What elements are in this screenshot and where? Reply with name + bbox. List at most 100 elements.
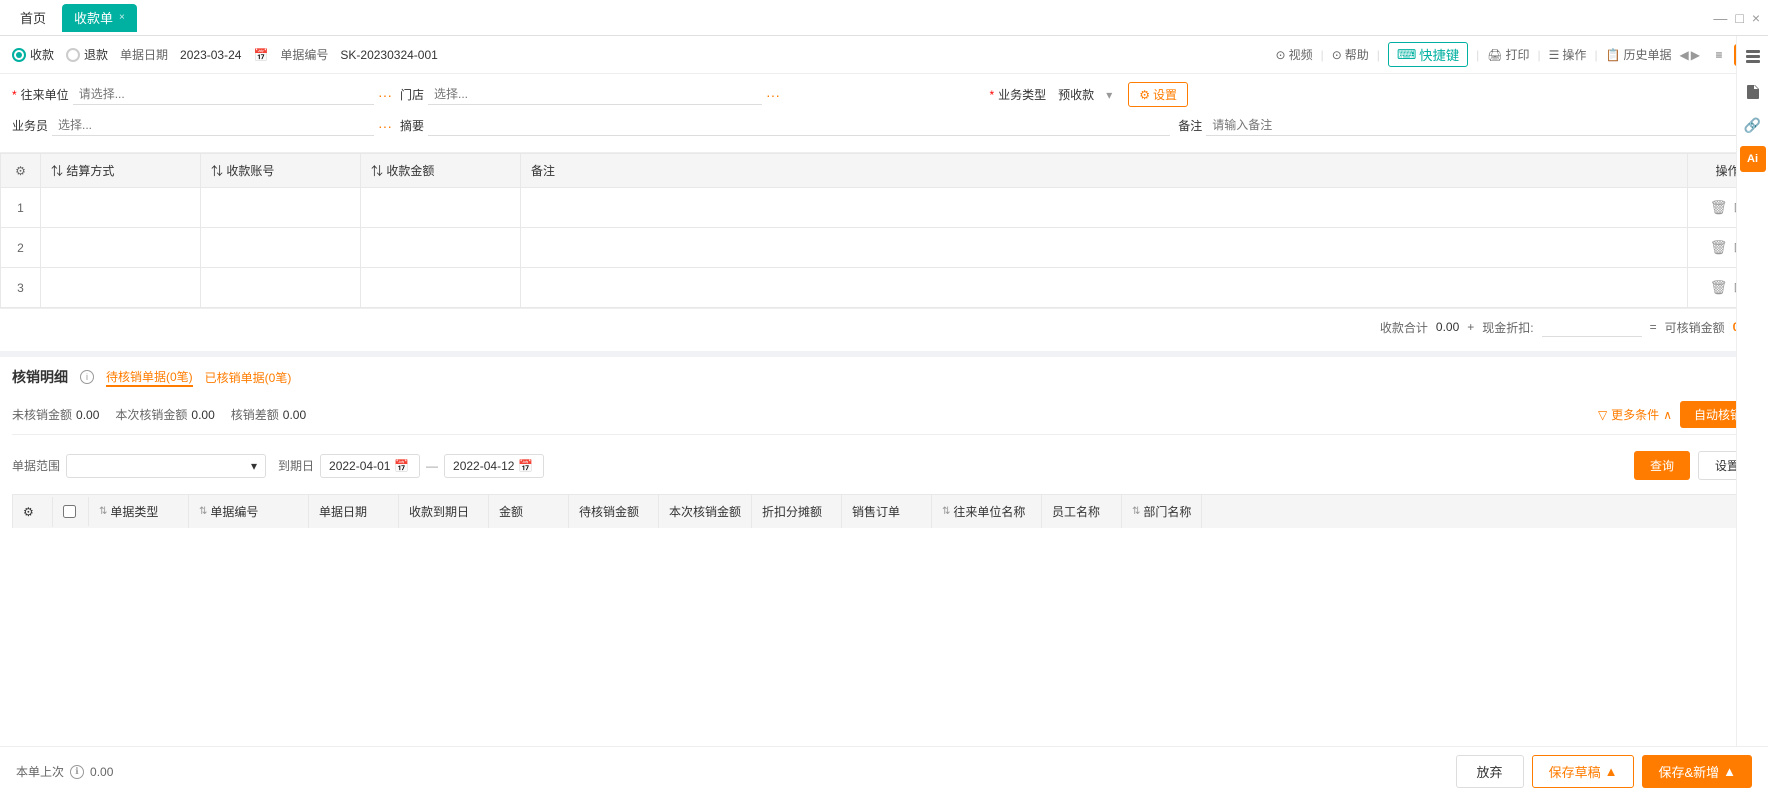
- history-icon: 📋: [1606, 48, 1621, 62]
- total-value: 0.00: [1436, 320, 1459, 334]
- btype-dropdown-icon[interactable]: ▾: [1106, 88, 1112, 102]
- summary-input[interactable]: [428, 115, 1170, 136]
- due-date-field: 到期日 2022-04-01 📅 — 2022-04-12 📅: [278, 454, 544, 478]
- row-3-amount[interactable]: [361, 268, 521, 308]
- window-max-btn[interactable]: □: [1735, 10, 1743, 26]
- pending-tab[interactable]: 待核销单据(0笔): [106, 368, 193, 387]
- help-btn[interactable]: ⊙ 帮助: [1332, 46, 1369, 63]
- sidebar-ai-icon[interactable]: Ai: [1740, 146, 1766, 172]
- print-btn[interactable]: 🖨 打印: [1487, 46, 1529, 63]
- counterpart-more-btn[interactable]: ···: [378, 87, 392, 103]
- note-field: 备注: [1178, 115, 1756, 136]
- row-1-delete-icon[interactable]: 🗑: [1710, 199, 1728, 216]
- discard-btn[interactable]: 放弃: [1456, 755, 1524, 788]
- summary-field: 摘要: [400, 115, 1170, 136]
- row-1-payment[interactable]: [41, 188, 201, 228]
- sidebar-link-icon[interactable]: 🔗: [1740, 112, 1766, 138]
- query-btn[interactable]: 查询: [1634, 451, 1690, 480]
- row-2-delete-icon[interactable]: 🗑: [1710, 239, 1728, 256]
- sort-number-icon: ⇅: [199, 506, 207, 517]
- verification-section: 核销明细 i 待核销单据(0笔) 已核销单据(0笔) 未核销金额 0.00 本次…: [0, 351, 1768, 538]
- store-label: 门店: [400, 86, 424, 103]
- save-draft-btn[interactable]: 保存草稿 ▲: [1532, 755, 1635, 788]
- th-account: ⇅ 收款账号: [201, 154, 361, 188]
- note-input[interactable]: [1206, 115, 1756, 136]
- note-label: 备注: [1178, 117, 1202, 134]
- row-1-account[interactable]: [201, 188, 361, 228]
- row-3-delete-icon[interactable]: 🗑: [1710, 279, 1728, 296]
- staff-field: 业务员 ···: [12, 115, 392, 136]
- staff-more-btn[interactable]: ···: [378, 118, 392, 134]
- th-amount: ⇅ 收款金额: [361, 154, 521, 188]
- tab-receipt-close[interactable]: ×: [119, 12, 125, 23]
- tab-home-label: 首页: [20, 8, 46, 27]
- tab-receipt[interactable]: 收款单 ×: [62, 4, 137, 32]
- row-3-payment[interactable]: [41, 268, 201, 308]
- radio-refund[interactable]: 退款: [66, 46, 108, 63]
- video-btn[interactable]: ⊙ 视频: [1276, 46, 1313, 63]
- th-payment-method: ⇅ 结算方式: [41, 154, 201, 188]
- nav-prev[interactable]: ◀: [1680, 48, 1689, 62]
- current-value: 0.00: [191, 408, 214, 422]
- counterpart-input[interactable]: [73, 84, 374, 105]
- staff-label: 业务员: [12, 117, 48, 134]
- range-select[interactable]: ▾: [66, 454, 266, 478]
- tab-bar: 首页 收款单 × — □ ×: [0, 0, 1768, 36]
- diff-stat: 核销差额 0.00: [231, 406, 306, 423]
- keyboard-btn[interactable]: ⌨ 快捷键: [1388, 42, 1468, 67]
- row-2-amount[interactable]: [361, 228, 521, 268]
- staff-input[interactable]: [52, 115, 374, 136]
- sidebar-document-icon[interactable]: [1740, 78, 1766, 104]
- discount-input[interactable]: [1542, 317, 1642, 337]
- row-3-note[interactable]: [521, 268, 1688, 308]
- nav-next[interactable]: ▶: [1691, 48, 1700, 62]
- settings-button[interactable]: ⚙ 设置: [1128, 82, 1188, 107]
- receipt-table: ⚙ ⇅ 结算方式 ⇅ 收款账号 ⇅ 收款金额: [0, 153, 1768, 308]
- view-list-icon[interactable]: ≡: [1708, 44, 1730, 66]
- tab-home[interactable]: 首页: [8, 4, 58, 32]
- window-close-btn[interactable]: ×: [1752, 10, 1760, 26]
- row-1-note[interactable]: [521, 188, 1688, 228]
- done-tab[interactable]: 已核销单据(0笔): [205, 369, 292, 386]
- bth-sales: 销售订单: [842, 495, 932, 528]
- row-1-amount[interactable]: [361, 188, 521, 228]
- th-gear[interactable]: ⚙: [1, 154, 41, 188]
- date-to-input[interactable]: 2022-04-12 📅: [444, 454, 544, 478]
- window-min-btn[interactable]: —: [1713, 10, 1727, 26]
- calendar-icon[interactable]: 📅: [253, 48, 268, 62]
- net-label: 可核销金额: [1665, 319, 1725, 336]
- operation-icon: ☰: [1549, 48, 1560, 62]
- date-separator: —: [426, 459, 438, 473]
- stats-row: 未核销金额 0.00 本次核销金额 0.00 核销差额 0.00 ▽ 更多条件 …: [12, 395, 1756, 435]
- bth-checkbox: [53, 497, 89, 526]
- row-2-account[interactable]: [201, 228, 361, 268]
- row-3-account[interactable]: [201, 268, 361, 308]
- radio-receipt[interactable]: 收款: [12, 46, 54, 63]
- discount-label: 现金折扣:: [1482, 319, 1533, 336]
- row-1-num: 1: [1, 188, 41, 228]
- save-new-btn[interactable]: 保存&新增 ▲: [1642, 755, 1752, 788]
- operation-btn[interactable]: ☰ 操作: [1549, 46, 1587, 63]
- row-2-note[interactable]: [521, 228, 1688, 268]
- bottom-info-icon[interactable]: ℹ: [70, 765, 84, 779]
- current-stat: 本次核销金额 0.00: [115, 406, 214, 423]
- history-btn[interactable]: 📋 历史单据: [1606, 46, 1672, 63]
- equals-sign: =: [1650, 320, 1657, 334]
- select-all-checkbox[interactable]: [63, 505, 76, 518]
- more-conditions-btn[interactable]: ▽ 更多条件 ∧: [1598, 406, 1672, 423]
- store-input[interactable]: [428, 84, 762, 105]
- radio-refund-label: 退款: [84, 46, 108, 63]
- bth-gear[interactable]: ⚙: [13, 497, 53, 527]
- current-order-label: 本单上次: [16, 763, 64, 780]
- store-more-btn[interactable]: ···: [766, 87, 780, 103]
- range-dropdown-icon: ▾: [251, 459, 257, 473]
- date-from-input[interactable]: 2022-04-01 📅: [320, 454, 420, 478]
- sidebar-table-icon[interactable]: [1740, 44, 1766, 70]
- chevron-up-icon: ∧: [1663, 408, 1672, 422]
- number-label: 单据编号: [280, 46, 328, 63]
- verify-info-icon[interactable]: i: [80, 370, 94, 384]
- bth-amount: 金额: [489, 495, 569, 528]
- row-2-payment[interactable]: [41, 228, 201, 268]
- bth-type: ⇅ 单据类型: [89, 495, 189, 528]
- nav-arrows: ◀ ▶: [1680, 48, 1700, 62]
